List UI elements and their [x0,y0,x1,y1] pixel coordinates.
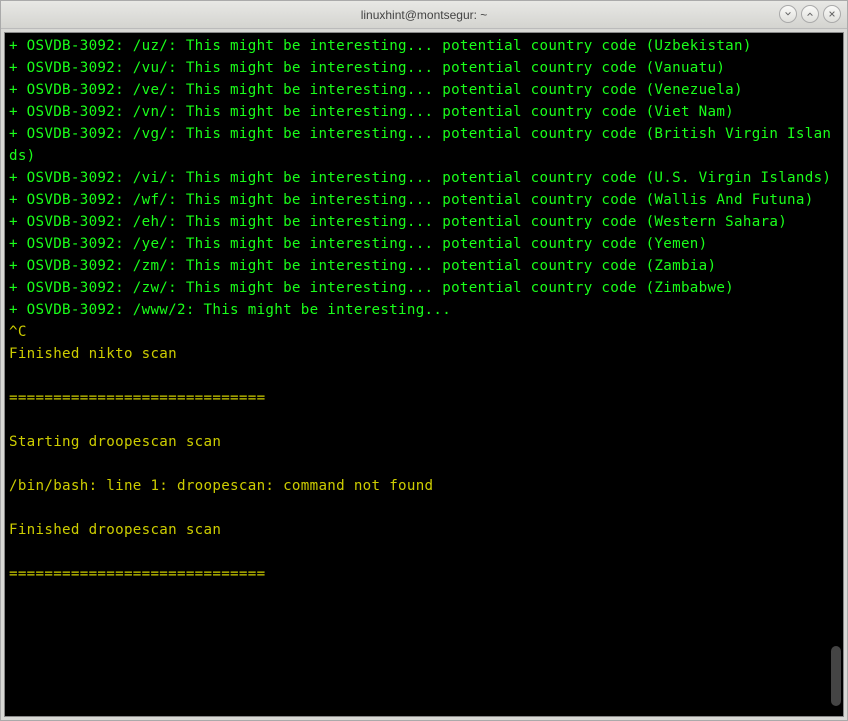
terminal-window: linuxhint@montsegur: ~ + OSVDB-3092: /uz… [0,0,848,721]
terminal-line: + OSVDB-3092: /uz/: This might be intere… [9,38,752,54]
terminal-line: + OSVDB-3092: /ve/: This might be intere… [9,82,743,98]
terminal-line: + OSVDB-3092: /eh/: This might be intere… [9,214,787,230]
window-controls [779,5,841,23]
minimize-button[interactable] [779,5,797,23]
maximize-button[interactable] [801,5,819,23]
terminal-line: + OSVDB-3092: /wf/: This might be intere… [9,192,814,208]
terminal-line: /bin/bash: line 1: droopescan: command n… [9,478,433,494]
terminal-line: + OSVDB-3092: /vi/: This might be intere… [9,170,831,186]
titlebar: linuxhint@montsegur: ~ [1,1,847,29]
terminal-line: + OSVDB-3092: /vn/: This might be intere… [9,104,734,120]
terminal-line: Finished droopescan scan [9,522,221,538]
terminal-line: ^C [9,324,27,340]
terminal-line: ============================= [9,390,265,406]
terminal-line: + OSVDB-3092: /vu/: This might be intere… [9,60,725,76]
terminal-line: + OSVDB-3092: /www/2: This might be inte… [9,302,451,318]
terminal-line: + OSVDB-3092: /vg/: This might be intere… [9,126,831,164]
terminal-line: + OSVDB-3092: /ye/: This might be intere… [9,236,708,252]
maximize-icon [806,10,814,18]
terminal-line: + OSVDB-3092: /zm/: This might be intere… [9,258,716,274]
terminal-line: Finished nikto scan [9,346,177,362]
terminal-line: Starting droopescan scan [9,434,221,450]
scrollbar-thumb[interactable] [831,646,841,706]
terminal-area[interactable]: + OSVDB-3092: /uz/: This might be intere… [4,32,844,717]
terminal-line: ============================= [9,566,265,582]
terminal-line: + OSVDB-3092: /zw/: This might be intere… [9,280,734,296]
close-button[interactable] [823,5,841,23]
terminal-output: + OSVDB-3092: /uz/: This might be intere… [9,35,839,585]
window-title: linuxhint@montsegur: ~ [361,8,488,22]
minimize-icon [784,10,792,18]
close-icon [828,10,836,18]
scrollbar[interactable] [829,33,841,716]
